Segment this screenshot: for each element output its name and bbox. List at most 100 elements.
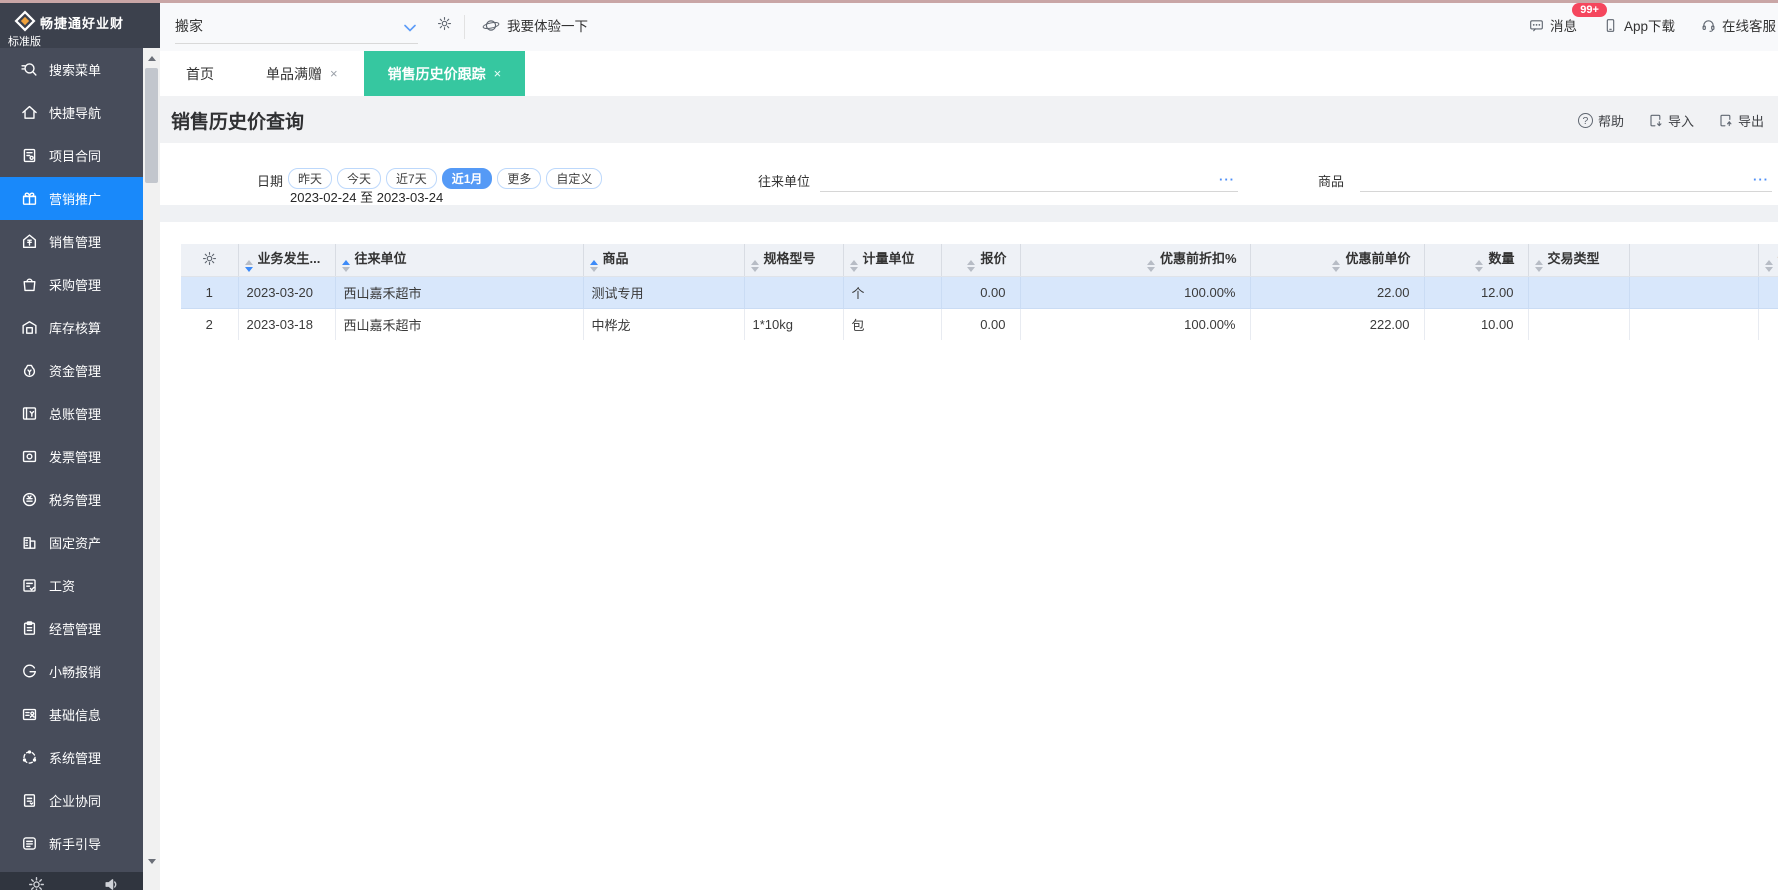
date-range-text: 2023-02-24 至 2023-03-24 <box>290 190 444 205</box>
column-header-quantity[interactable]: 数量 <box>1424 244 1529 277</box>
date-option-more[interactable]: 更多 <box>497 168 542 189</box>
table-gear-icon <box>202 251 216 265</box>
sort-icon[interactable] <box>849 259 858 272</box>
sort-icon[interactable] <box>1764 259 1773 272</box>
tax-icon <box>22 492 37 507</box>
sidebar-item-operations[interactable]: 经营管理 <box>0 607 143 650</box>
sidebar-item-newbie-guide[interactable]: 新手引导 <box>0 822 143 865</box>
help-button[interactable]: ? 帮助 <box>1577 111 1624 130</box>
sidebar-item-reimburse[interactable]: 小畅报销 <box>0 650 143 693</box>
app-edition: 标准版 <box>8 36 41 48</box>
column-header-unit[interactable]: 计量单位 <box>843 244 942 277</box>
tab-home[interactable]: 首页 <box>160 51 240 96</box>
sidebar-item-label: 搜索菜单 <box>49 63 102 78</box>
sidebar-item-search-menu[interactable]: 搜索菜单 <box>0 48 143 91</box>
building-icon <box>23 537 36 549</box>
message-icon <box>1530 19 1543 31</box>
column-header-clipped[interactable]: 优 <box>1758 244 1778 277</box>
scroll-down-button[interactable] <box>143 853 160 870</box>
arrow-down-icon <box>147 859 156 864</box>
column-header-product[interactable]: 商品 <box>583 244 745 277</box>
sidebar-item-purchase[interactable]: 采购管理 <box>0 263 143 306</box>
sidebar-item-funds[interactable]: 资金管理 <box>0 349 143 392</box>
sidebar-item-tax[interactable]: 税务管理 <box>0 478 143 521</box>
column-header-pre-discount-price[interactable]: 优惠前单价 <box>1250 244 1425 277</box>
partner-more-icon[interactable]: ··· <box>1219 172 1235 187</box>
sort-icon[interactable] <box>1146 259 1155 272</box>
column-header-transaction-type[interactable]: 交易类型 <box>1528 244 1630 277</box>
sidebar-scrollbar[interactable] <box>143 48 160 890</box>
cell-empty <box>1629 308 1759 340</box>
experience-link[interactable]: 我要体验一下 <box>482 15 588 35</box>
tab-sales-history-tracking[interactable]: 销售历史价跟踪 × <box>363 51 526 96</box>
column-header-discount[interactable]: 优惠前折扣% <box>1020 244 1251 277</box>
sidebar-item-basic-info[interactable]: 基础信息 <box>0 693 143 736</box>
workspace-select[interactable]: 搬家 <box>175 16 418 44</box>
sidebar-item-quick-nav[interactable]: 快捷导航 <box>0 91 143 134</box>
sidebar-item-fixed-assets[interactable]: 固定资产 <box>0 521 143 564</box>
export-button[interactable]: 导出 <box>1718 111 1764 130</box>
sidebar-item-system[interactable]: 系统管理 <box>0 736 143 779</box>
scroll-up-button[interactable] <box>143 50 160 67</box>
sort-icon[interactable] <box>1534 259 1543 272</box>
partner-input[interactable]: ··· <box>820 170 1238 192</box>
cell-pre-discount-price: 22.00 <box>1250 276 1425 309</box>
column-header-partner[interactable]: 往来单位 <box>335 244 584 277</box>
sort-icon[interactable] <box>589 259 598 272</box>
sort-icon[interactable] <box>1475 259 1484 272</box>
column-settings-header[interactable] <box>181 244 239 277</box>
sort-icon[interactable] <box>1332 259 1341 272</box>
sidebar-item-payroll[interactable]: 工资 <box>0 564 143 607</box>
messages-label: 消息 <box>1549 19 1577 34</box>
row-number: 2 <box>181 308 239 340</box>
product-more-icon[interactable]: ··· <box>1753 172 1769 187</box>
column-header-biz-date[interactable]: 业务发生... <box>238 244 336 277</box>
table-row[interactable]: 1 2023-03-20 西山嘉禾超市 测试专用 个 0.00 100.00% … <box>181 276 1778 309</box>
cell-biz-date: 2023-03-20 <box>238 276 336 309</box>
sound-icon[interactable] <box>103 876 120 890</box>
tab-label: 销售历史价跟踪 <box>387 65 486 82</box>
date-option-last1month[interactable]: 近1月 <box>441 168 493 189</box>
partner-filter-label: 往来单位 <box>758 174 811 189</box>
sidebar-item-marketing[interactable]: 营销推广 <box>0 177 143 220</box>
sort-icon[interactable] <box>750 259 759 272</box>
column-header-spec[interactable]: 规格型号 <box>744 244 844 277</box>
cell-pre-discount-price: 222.00 <box>1250 308 1425 340</box>
brand-icon <box>14 10 36 32</box>
messages-button[interactable]: 消息 99+ <box>1529 3 1607 35</box>
column-header-quote[interactable]: 报价 <box>941 244 1021 277</box>
sort-icon[interactable] <box>244 259 253 272</box>
sidebar-item-sales[interactable]: 销售管理 <box>0 220 143 263</box>
sidebar-item-label: 税务管理 <box>49 493 102 508</box>
date-option-today[interactable]: 今天 <box>337 168 382 189</box>
date-option-last7days[interactable]: 近7天 <box>386 168 437 189</box>
sort-icon[interactable] <box>967 259 976 272</box>
date-option-yesterday[interactable]: 昨天 <box>288 168 333 189</box>
sidebar-item-label: 固定资产 <box>49 536 102 551</box>
import-button[interactable]: 导入 <box>1648 111 1694 130</box>
support-button[interactable]: 在线客服 <box>1701 15 1776 35</box>
tab-close-icon[interactable]: × <box>494 66 502 81</box>
sidebar-item-collaboration[interactable]: 企业协同 <box>0 779 143 822</box>
sidebar-item-project-contract[interactable]: 项目合同 <box>0 134 143 177</box>
tab-single-item-promo[interactable]: 单品满赠 × <box>240 51 364 96</box>
sidebar-item-general-ledger[interactable]: 总账管理 <box>0 392 143 435</box>
column-header-empty <box>1629 244 1759 277</box>
tab-close-icon[interactable]: × <box>330 66 338 81</box>
table-row[interactable]: 2 2023-03-18 西山嘉禾超市 中桦龙 1*10kg 包 0.00 10… <box>181 308 1778 340</box>
date-option-custom[interactable]: 自定义 <box>546 168 603 189</box>
payroll-icon <box>23 579 36 592</box>
topbar-actions: 消息 99+ App下载 在线客服 <box>1529 3 1776 35</box>
date-quick-options: 昨天 今天 近7天 近1月 更多 自定义 <box>288 168 603 189</box>
product-input[interactable]: ··· <box>1360 170 1772 192</box>
cell-partner: 西山嘉禾超市 <box>335 308 584 340</box>
settings-gear-icon[interactable] <box>28 876 45 890</box>
scrollbar-thumb[interactable] <box>145 68 158 183</box>
sidebar-item-invoice[interactable]: 发票管理 <box>0 435 143 478</box>
app-download-button[interactable]: App下载 <box>1603 15 1675 35</box>
sidebar-item-inventory[interactable]: 库存核算 <box>0 306 143 349</box>
workspace-gear-icon[interactable] <box>437 16 452 31</box>
sort-icon[interactable] <box>341 259 350 272</box>
page-title: 销售历史价查询 <box>171 112 305 133</box>
collaboration-icon <box>23 794 36 807</box>
